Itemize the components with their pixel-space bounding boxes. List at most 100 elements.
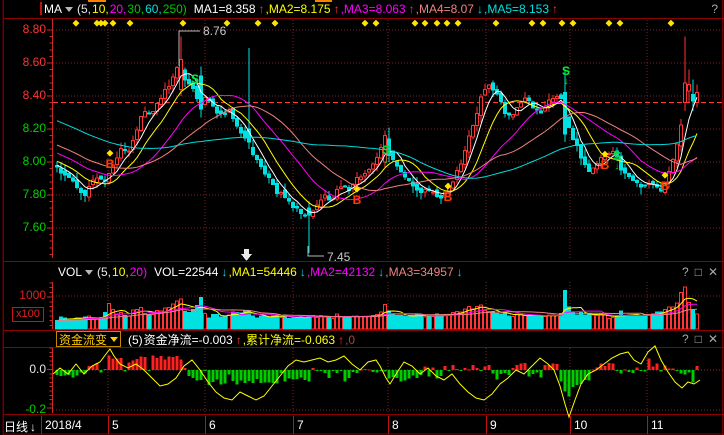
header-token: ,MA3=34957 xyxy=(385,265,453,279)
event-diamond-icon: ◆ xyxy=(272,19,279,28)
header-token: ,MA2=42132 xyxy=(307,265,375,279)
up-arrow-icon: ↑ xyxy=(338,333,344,347)
period-selector[interactable]: 日线↓ xyxy=(4,418,36,435)
month-separator xyxy=(570,416,571,434)
candles-layer xyxy=(56,37,699,253)
header-token: ,MA5=8.153 xyxy=(484,2,549,16)
event-diamond-icon: ◆ xyxy=(362,19,369,28)
event-diamond-icon: ◆ xyxy=(668,19,675,28)
maximize-button[interactable]: □ xyxy=(695,265,702,279)
ma-indicator-dropdown[interactable]: MA xyxy=(44,2,77,16)
header-token: 30, xyxy=(127,2,144,16)
event-diamond-icon: ◆ xyxy=(606,19,613,28)
buy-signal-marker: B xyxy=(106,158,115,170)
event-diamond-icon: ◆ xyxy=(493,19,500,28)
down-arrow-icon: ↓ xyxy=(457,265,463,279)
month-separator xyxy=(41,416,42,434)
main-indicator-header: MA (5,10,20,30,60,250) MA1=8.358↑,MA2=8.… xyxy=(0,0,724,18)
flow-axis-label: -0.2 xyxy=(2,402,46,416)
down-arrow-icon: ↓ xyxy=(477,2,483,16)
month-separator xyxy=(388,416,389,434)
event-diamond-icon: ◆ xyxy=(444,19,451,28)
header-token: ,MA3=8.063 xyxy=(341,2,406,16)
volume-unit-box: x100 xyxy=(12,307,44,322)
maximize-button[interactable]: □ xyxy=(695,332,702,346)
header-token: 20, xyxy=(110,2,127,16)
up-arrow-icon: ↑ xyxy=(409,2,415,16)
event-diamond-icon: ◆ xyxy=(224,19,231,28)
header-token: ,MA2=8.175 xyxy=(266,2,331,16)
header-token: 10, xyxy=(112,265,129,279)
help-button[interactable]: ? xyxy=(711,2,718,16)
header-token: MA1=8.358 xyxy=(194,2,256,16)
up-arrow-icon: ↑ xyxy=(552,2,558,16)
event-diamond-icon: ◆ xyxy=(102,19,109,28)
event-diamond-icon: ◆ xyxy=(255,19,262,28)
chevron-down-icon xyxy=(85,270,93,275)
header-token: 资金净流=-0.003 xyxy=(144,333,233,347)
event-diamond-icon: ◆ xyxy=(455,19,462,28)
low-price-annotation: 7.45 xyxy=(327,251,350,263)
up-arrow-icon: ↑ xyxy=(334,2,340,16)
flow-panel-buttons: ? □ ✕ xyxy=(682,331,718,347)
buy-signal-marker: B xyxy=(661,180,670,192)
vol-indicator-dropdown[interactable]: VOL xyxy=(58,265,97,279)
header-token: 10, xyxy=(92,2,109,16)
buy-signal-marker: B xyxy=(601,159,610,171)
month-separator xyxy=(486,416,487,434)
event-diamond-icon: ◆ xyxy=(434,19,441,28)
vol-values: VOL=22544↓,MA1=54446↓,MA2=42132↓,MA3=349… xyxy=(154,265,464,279)
flow-indicator-selector[interactable]: 资金流变 xyxy=(56,331,121,347)
diamond-icon: ◆ xyxy=(107,149,114,158)
diamond-icon: ◆ xyxy=(445,182,452,191)
header-token: 250) xyxy=(163,2,187,16)
month-label: 9 xyxy=(490,418,497,432)
month-separator xyxy=(205,416,206,434)
down-arrow-icon: ↓ xyxy=(300,265,306,279)
event-diamond-icon: ◆ xyxy=(540,19,547,28)
price-axis-label: 8.60 xyxy=(2,55,46,69)
down-arrow-icon: ↓ xyxy=(384,156,389,166)
event-diamond-icon: ◆ xyxy=(529,19,536,28)
help-button[interactable]: ? xyxy=(682,332,689,346)
diamond-icon: ◆ xyxy=(354,185,361,194)
event-diamond-icon: ◆ xyxy=(73,19,80,28)
arrow-down-icon: ↓ xyxy=(30,420,36,434)
header-separator xyxy=(40,2,42,15)
stock-chart-window: MA (5,10,20,30,60,250) MA1=8.358↑,MA2=8.… xyxy=(0,0,724,435)
flow-axis-label: 0.0 xyxy=(2,362,46,376)
help-button[interactable]: ? xyxy=(682,265,689,279)
price-axis-label: 8.40 xyxy=(2,88,46,102)
down-arrow-icon: ↓ xyxy=(193,85,198,95)
close-button[interactable]: ✕ xyxy=(708,265,718,279)
down-arrow-icon: ↓ xyxy=(564,77,569,87)
event-diamond-icon: ◆ xyxy=(559,19,566,28)
header-token: 20) xyxy=(130,265,147,279)
vol-params: (5,10,20) xyxy=(97,265,148,279)
down-arrow-icon: ↓ xyxy=(615,162,620,172)
price-axis-label: 8.80 xyxy=(2,22,46,36)
month-label: 8 xyxy=(392,418,399,432)
month-label: 7 xyxy=(297,418,304,432)
buy-signal-marker: B xyxy=(444,191,453,203)
flow-values: (5)资金净流=-0.003↑,累计净流=-0.063↑,0 xyxy=(128,331,356,348)
down-arrow-icon: ↓ xyxy=(378,265,384,279)
diamond-icon: ◆ xyxy=(662,171,669,180)
ma-lines xyxy=(57,74,697,213)
event-diamond-icon: ◆ xyxy=(127,19,134,28)
scroll-down-arrow[interactable] xyxy=(241,249,252,261)
price-axis-label: 8.00 xyxy=(2,154,46,168)
axis-lines xyxy=(47,19,53,413)
month-label: 5 xyxy=(112,418,119,432)
moneyflow-indicator-header: 资金流变 (5)资金净流=-0.003↑,累计净流=-0.063↑,0 ?□✕ xyxy=(0,331,724,347)
ma-values: MA1=8.358↑,MA2=8.175↑,MA3=8.063↑,MA4=8.0… xyxy=(194,2,559,16)
event-diamond-icon: ◆ xyxy=(373,19,380,28)
ma-params: (5,10,20,30,60,250) xyxy=(77,2,188,16)
header-token: ,0 xyxy=(345,333,355,347)
header-token: VOL=22544 xyxy=(154,265,218,279)
price-axis-label: 8.20 xyxy=(2,121,46,135)
close-button[interactable]: ✕ xyxy=(708,332,718,346)
month-label: 6 xyxy=(209,418,216,432)
volume-axis-label: 1000 xyxy=(2,288,46,302)
flow-line xyxy=(53,346,700,417)
